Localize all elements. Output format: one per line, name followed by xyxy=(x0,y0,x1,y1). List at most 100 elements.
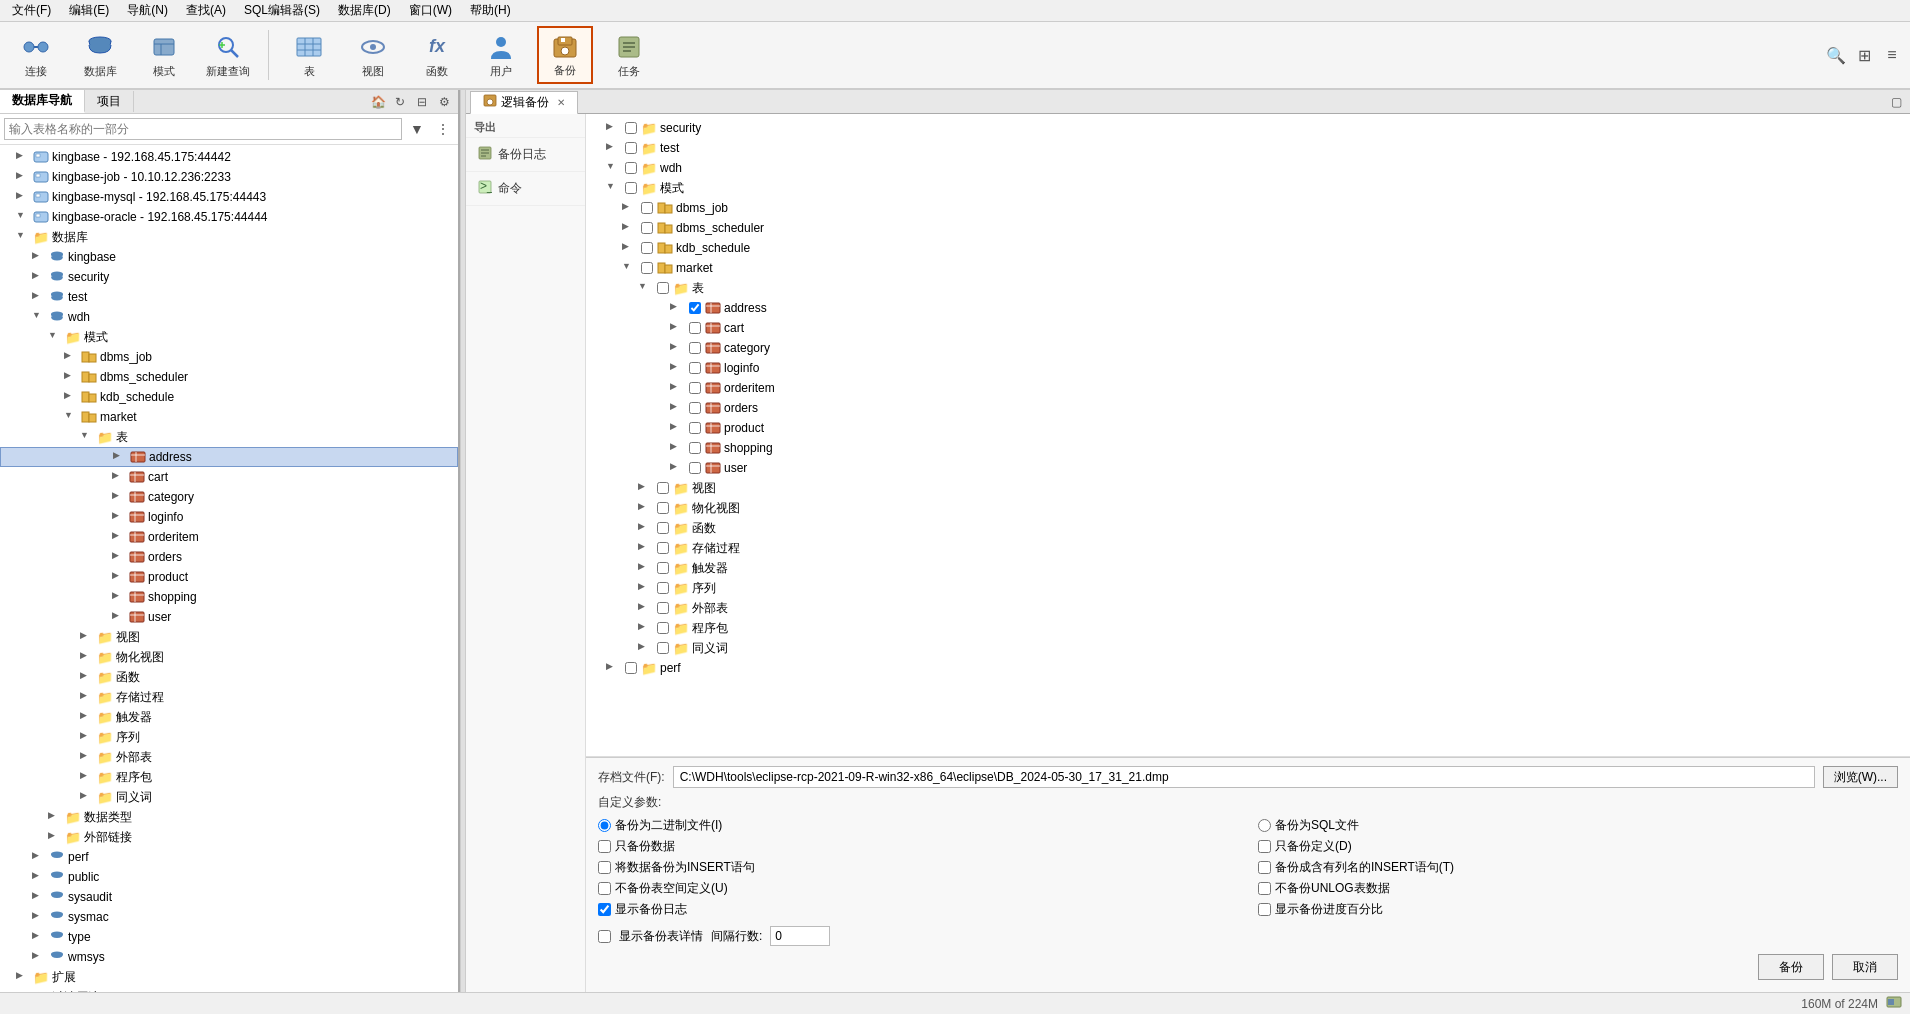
bt-expand-mviews[interactable] xyxy=(638,500,654,516)
bt-expand-shopping[interactable] xyxy=(670,440,686,456)
bt-wdh[interactable]: 📁 wdh xyxy=(590,158,1906,178)
bt-ext-tables-cb[interactable] xyxy=(657,602,669,614)
extensions-folder[interactable]: 📁 扩展 xyxy=(0,967,458,987)
bt-product[interactable]: product xyxy=(590,418,1906,438)
expand-db-kingbase[interactable] xyxy=(32,249,48,265)
bt-expand-procedures[interactable] xyxy=(638,540,654,556)
tab-project[interactable]: 项目 xyxy=(85,91,134,112)
bt-expand-triggers[interactable] xyxy=(638,560,654,576)
opt-table-detail-cb[interactable] xyxy=(598,930,611,943)
table-product[interactable]: product xyxy=(0,567,458,587)
interval-input[interactable] xyxy=(770,926,830,946)
bt-triggers-cb[interactable] xyxy=(657,562,669,574)
search-input[interactable] xyxy=(4,118,402,140)
views-folder[interactable]: 📁 视图 xyxy=(0,627,458,647)
ext-links-folder[interactable]: 📁 外部链接 xyxy=(0,827,458,847)
bt-packages-folder[interactable]: 📁 程序包 xyxy=(590,618,1906,638)
expand-synonyms[interactable] xyxy=(80,789,96,805)
nav-home-icon[interactable]: 🏠 xyxy=(368,92,388,112)
menu-sql[interactable]: SQL编辑器(S) xyxy=(236,0,328,21)
db-sysaudit[interactable]: sysaudit xyxy=(0,887,458,907)
functions-folder[interactable]: 📁 函数 xyxy=(0,667,458,687)
expand-schemas[interactable] xyxy=(48,329,64,345)
bt-cart[interactable]: cart xyxy=(590,318,1906,338)
db-perf[interactable]: perf xyxy=(0,847,458,867)
bt-expand-orderitem[interactable] xyxy=(670,380,686,396)
bt-schemas-checkbox[interactable] xyxy=(625,182,637,194)
expand-db-public[interactable] xyxy=(32,869,48,885)
db-type[interactable]: type xyxy=(0,927,458,947)
schema-market[interactable]: market xyxy=(0,407,458,427)
nav-refresh-icon[interactable]: ↻ xyxy=(390,92,410,112)
expand-db-wmsys[interactable] xyxy=(32,949,48,965)
bt-market[interactable]: market xyxy=(590,258,1906,278)
schemas-folder[interactable]: 📁 模式 xyxy=(0,327,458,347)
bt-security-checkbox[interactable] xyxy=(625,122,637,134)
bt-security[interactable]: 📁 security xyxy=(590,118,1906,138)
bt-sequences-folder[interactable]: 📁 序列 xyxy=(590,578,1906,598)
tab-db-nav[interactable]: 数据库导航 xyxy=(0,90,85,113)
menu-db[interactable]: 数据库(D) xyxy=(330,0,399,21)
expand-kingbase-oracle[interactable] xyxy=(16,209,32,225)
connect-btn[interactable]: 连接 xyxy=(8,26,64,84)
bt-product-cb[interactable] xyxy=(689,422,701,434)
expand-sequences[interactable] xyxy=(80,729,96,745)
bt-synonyms-cb[interactable] xyxy=(657,642,669,654)
menu-file[interactable]: 文件(F) xyxy=(4,0,59,21)
filter-options-icon[interactable]: ⋮ xyxy=(432,118,454,140)
server-kingbase-job[interactable]: kingbase-job - 10.10.12.236:2233 xyxy=(0,167,458,187)
bt-procedures-folder[interactable]: 📁 存储过程 xyxy=(590,538,1906,558)
db-kingbase[interactable]: kingbase xyxy=(0,247,458,267)
toolbar-search-icon[interactable]: 🔍 xyxy=(1826,45,1846,65)
opt-no-tablespace-cb[interactable] xyxy=(598,882,611,895)
browse-button[interactable]: 浏览(W)... xyxy=(1823,766,1898,788)
opt-no-unlog-cb[interactable] xyxy=(1258,882,1271,895)
expand-mviews[interactable] xyxy=(80,649,96,665)
bt-views-cb[interactable] xyxy=(657,482,669,494)
bt-expand-packages[interactable] xyxy=(638,620,654,636)
expand-user[interactable] xyxy=(112,609,128,625)
packages-folder[interactable]: 📁 程序包 xyxy=(0,767,458,787)
menu-edit[interactable]: 编辑(E) xyxy=(61,0,117,21)
mviews-folder[interactable]: 📁 物化视图 xyxy=(0,647,458,667)
bt-sequences-cb[interactable] xyxy=(657,582,669,594)
bt-expand-views[interactable] xyxy=(638,480,654,496)
server-kingbase[interactable]: kingbase - 192.168.45.175:44442 xyxy=(0,147,458,167)
toolbar-menu-icon[interactable]: ≡ xyxy=(1882,45,1902,65)
expand-kingbase-mysql[interactable] xyxy=(16,189,32,205)
schema-dbms-job[interactable]: dbms_job xyxy=(0,347,458,367)
bt-expand-synonyms[interactable] xyxy=(638,640,654,656)
triggers-folder[interactable]: 📁 触发器 xyxy=(0,707,458,727)
bt-triggers-folder[interactable]: 📁 触发器 xyxy=(590,558,1906,578)
expand-market[interactable] xyxy=(64,409,80,425)
bt-expand-user[interactable] xyxy=(670,460,686,476)
command-item[interactable]: >_ 命令 xyxy=(466,172,585,206)
expand-tables[interactable] xyxy=(80,429,96,445)
opt-show-log-cb[interactable] xyxy=(598,903,611,916)
menu-nav[interactable]: 导航(N) xyxy=(119,0,176,21)
menu-help[interactable]: 帮助(H) xyxy=(462,0,519,21)
db-security[interactable]: security xyxy=(0,267,458,287)
bt-expand-loginfo[interactable] xyxy=(670,360,686,376)
right-panel-min-icon[interactable]: ▢ xyxy=(1886,92,1906,112)
db-wdh[interactable]: wdh xyxy=(0,307,458,327)
bt-expand-orders[interactable] xyxy=(670,400,686,416)
opt-data-only-cb[interactable] xyxy=(598,840,611,853)
schema-kdb-schedule[interactable]: kdb_schedule xyxy=(0,387,458,407)
view-btn[interactable]: 视图 xyxy=(345,26,401,84)
table-cart[interactable]: cart xyxy=(0,467,458,487)
tables-folder[interactable]: 📁 表 xyxy=(0,427,458,447)
bt-expand-perf[interactable] xyxy=(606,660,622,676)
expand-procedures[interactable] xyxy=(80,689,96,705)
bt-synonyms-folder[interactable]: 📁 同义词 xyxy=(590,638,1906,658)
db-test[interactable]: test xyxy=(0,287,458,307)
database-btn[interactable]: 数据库 xyxy=(72,26,128,84)
bt-expand-sequences[interactable] xyxy=(638,580,654,596)
expand-product[interactable] xyxy=(112,569,128,585)
expand-dbms-scheduler[interactable] xyxy=(64,369,80,385)
bt-address[interactable]: address xyxy=(590,298,1906,318)
server-kingbase-oracle[interactable]: kingbase-oracle - 192.168.45.175:44444 xyxy=(0,207,458,227)
bt-ext-tables-folder[interactable]: 📁 外部表 xyxy=(590,598,1906,618)
opt-insert-cb[interactable] xyxy=(598,861,611,874)
opt-sql-radio[interactable] xyxy=(1258,819,1271,832)
